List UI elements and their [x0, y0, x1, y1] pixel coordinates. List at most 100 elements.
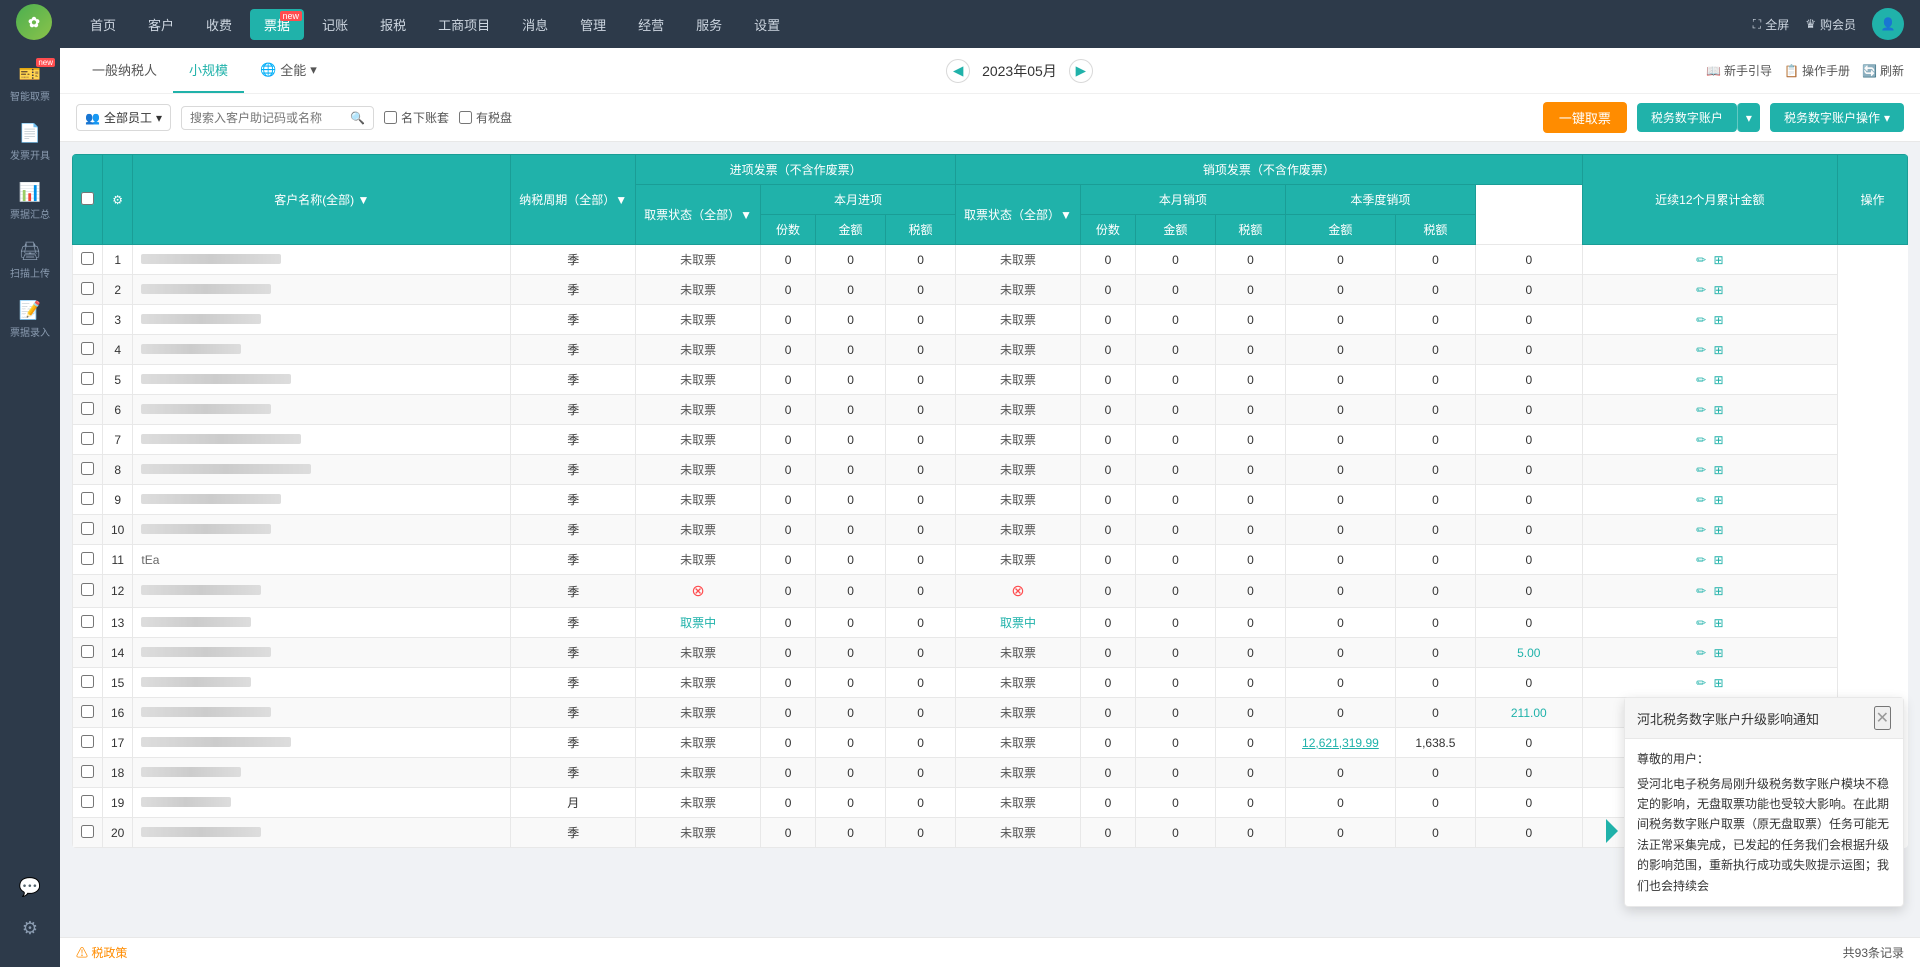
- copy-btn-2[interactable]: ⊞: [1713, 283, 1723, 297]
- nav-management[interactable]: 管理: [566, 9, 620, 40]
- edit-btn-13[interactable]: ✏: [1696, 616, 1706, 630]
- row-checkbox-18[interactable]: [81, 765, 94, 778]
- avatar[interactable]: 👤: [1872, 8, 1904, 40]
- new-guide-link[interactable]: 📖 新手引导: [1706, 62, 1772, 79]
- search-input[interactable]: [190, 111, 350, 125]
- checkbox-has-tax-disk-input[interactable]: [459, 111, 472, 124]
- edit-btn-12[interactable]: ✏: [1696, 584, 1706, 598]
- td-checkbox[interactable]: [73, 245, 103, 275]
- td-checkbox[interactable]: [73, 545, 103, 575]
- td-checkbox[interactable]: [73, 515, 103, 545]
- row-checkbox-4[interactable]: [81, 342, 94, 355]
- row-checkbox-6[interactable]: [81, 402, 94, 415]
- policy-link[interactable]: ⚠ 税政策: [76, 944, 127, 961]
- notification-close-btn[interactable]: ✕: [1874, 706, 1891, 730]
- tab-general-taxpayer[interactable]: 一般纳税人: [76, 48, 173, 93]
- th-status-out[interactable]: 取票状态（全部）▼: [956, 185, 1081, 245]
- td-checkbox[interactable]: [73, 365, 103, 395]
- row-checkbox-14[interactable]: [81, 645, 94, 658]
- edit-btn-9[interactable]: ✏: [1696, 493, 1706, 507]
- nav-fees[interactable]: 收费: [192, 9, 246, 40]
- td-checkbox[interactable]: [73, 728, 103, 758]
- td-checkbox[interactable]: [73, 788, 103, 818]
- select-all-checkbox[interactable]: [81, 192, 94, 205]
- copy-btn-1[interactable]: ⊞: [1713, 253, 1723, 267]
- td-checkbox[interactable]: [73, 425, 103, 455]
- tab-small-scale[interactable]: 小规模: [173, 48, 244, 93]
- row-checkbox-13[interactable]: [81, 615, 94, 628]
- row-checkbox-19[interactable]: [81, 795, 94, 808]
- nav-home[interactable]: 首页: [76, 9, 130, 40]
- td-checkbox[interactable]: [73, 335, 103, 365]
- copy-btn-6[interactable]: ⊞: [1713, 403, 1723, 417]
- copy-btn-7[interactable]: ⊞: [1713, 433, 1723, 447]
- row-checkbox-16[interactable]: [81, 705, 94, 718]
- copy-btn-3[interactable]: ⊞: [1713, 313, 1723, 327]
- row-checkbox-1[interactable]: [81, 252, 94, 265]
- tab-all[interactable]: 🌐 全能 ▾: [244, 48, 333, 93]
- td-checkbox[interactable]: [73, 455, 103, 485]
- date-prev-btn[interactable]: ◀: [946, 59, 970, 83]
- search-box[interactable]: 🔍: [181, 106, 374, 130]
- sidebar-item-chat[interactable]: 💬: [3, 869, 57, 906]
- nav-tickets[interactable]: 票据 new: [250, 9, 304, 40]
- td-checkbox[interactable]: [73, 275, 103, 305]
- td-checkbox[interactable]: [73, 575, 103, 608]
- nav-customers[interactable]: 客户: [134, 9, 188, 40]
- sidebar-item-settings[interactable]: ⚙: [3, 910, 57, 947]
- copy-btn-10[interactable]: ⊞: [1713, 523, 1723, 537]
- row-checkbox-5[interactable]: [81, 372, 94, 385]
- member-btn[interactable]: ♛ 购会员: [1805, 16, 1856, 33]
- one-click-ticket-btn[interactable]: 一键取票: [1543, 102, 1627, 133]
- refresh-link[interactable]: 🔄 刷新: [1862, 62, 1904, 79]
- edit-btn-3[interactable]: ✏: [1696, 313, 1706, 327]
- sidebar-item-invoice[interactable]: 📄 发票开具: [3, 115, 57, 170]
- row-checkbox-11[interactable]: [81, 552, 94, 565]
- employee-select[interactable]: 👥 全部员工 ▾: [76, 104, 171, 131]
- edit-btn-14[interactable]: ✏: [1696, 646, 1706, 660]
- nav-bookkeeping[interactable]: 记账: [308, 9, 362, 40]
- row-checkbox-7[interactable]: [81, 432, 94, 445]
- nav-operations[interactable]: 经营: [624, 9, 678, 40]
- settings-col-icon[interactable]: ⚙: [112, 193, 123, 207]
- td-checkbox[interactable]: [73, 608, 103, 638]
- tax-ops-btn[interactable]: 税务数字账户操作 ▾: [1770, 103, 1904, 132]
- edit-btn-1[interactable]: ✏: [1696, 253, 1706, 267]
- row-checkbox-15[interactable]: [81, 675, 94, 688]
- td-checkbox[interactable]: [73, 395, 103, 425]
- nav-services[interactable]: 服务: [682, 9, 736, 40]
- copy-btn-4[interactable]: ⊞: [1713, 343, 1723, 357]
- edit-btn-4[interactable]: ✏: [1696, 343, 1706, 357]
- edit-btn-10[interactable]: ✏: [1696, 523, 1706, 537]
- td-checkbox[interactable]: [73, 305, 103, 335]
- th-status-in[interactable]: 取票状态（全部）▼: [636, 185, 761, 245]
- row-checkbox-12[interactable]: [81, 583, 94, 596]
- sidebar-item-entry[interactable]: 📝 票据录入: [3, 292, 57, 347]
- copy-btn-11[interactable]: ⊞: [1713, 553, 1723, 567]
- copy-btn-12[interactable]: ⊞: [1713, 584, 1723, 598]
- row-checkbox-8[interactable]: [81, 462, 94, 475]
- sidebar-item-smart-ticket[interactable]: new 🎫 智能取票: [3, 56, 57, 111]
- td-12month[interactable]: 5.00: [1475, 638, 1582, 668]
- tax-digital-btn[interactable]: 税务数字账户: [1637, 103, 1737, 132]
- row-checkbox-20[interactable]: [81, 825, 94, 838]
- copy-btn-15[interactable]: ⊞: [1713, 676, 1723, 690]
- copy-btn-9[interactable]: ⊞: [1713, 493, 1723, 507]
- td-checkbox[interactable]: [73, 638, 103, 668]
- nav-messages[interactable]: 消息: [508, 9, 562, 40]
- edit-btn-15[interactable]: ✏: [1696, 676, 1706, 690]
- copy-btn-5[interactable]: ⊞: [1713, 373, 1723, 387]
- fullscreen-btn[interactable]: ⛶ 全屏: [1753, 16, 1789, 33]
- row-checkbox-2[interactable]: [81, 282, 94, 295]
- edit-btn-7[interactable]: ✏: [1696, 433, 1706, 447]
- edit-btn-2[interactable]: ✏: [1696, 283, 1706, 297]
- row-checkbox-9[interactable]: [81, 492, 94, 505]
- td-12month[interactable]: 211.00: [1475, 698, 1582, 728]
- row-checkbox-3[interactable]: [81, 312, 94, 325]
- checkbox-has-tax-disk[interactable]: 有税盘: [459, 109, 512, 126]
- nav-business[interactable]: 工商项目: [424, 9, 504, 40]
- copy-btn-13[interactable]: ⊞: [1713, 616, 1723, 630]
- edit-btn-8[interactable]: ✏: [1696, 463, 1706, 477]
- nav-settings[interactable]: 设置: [740, 9, 794, 40]
- th-customer[interactable]: 客户名称(全部) ▼: [133, 155, 511, 245]
